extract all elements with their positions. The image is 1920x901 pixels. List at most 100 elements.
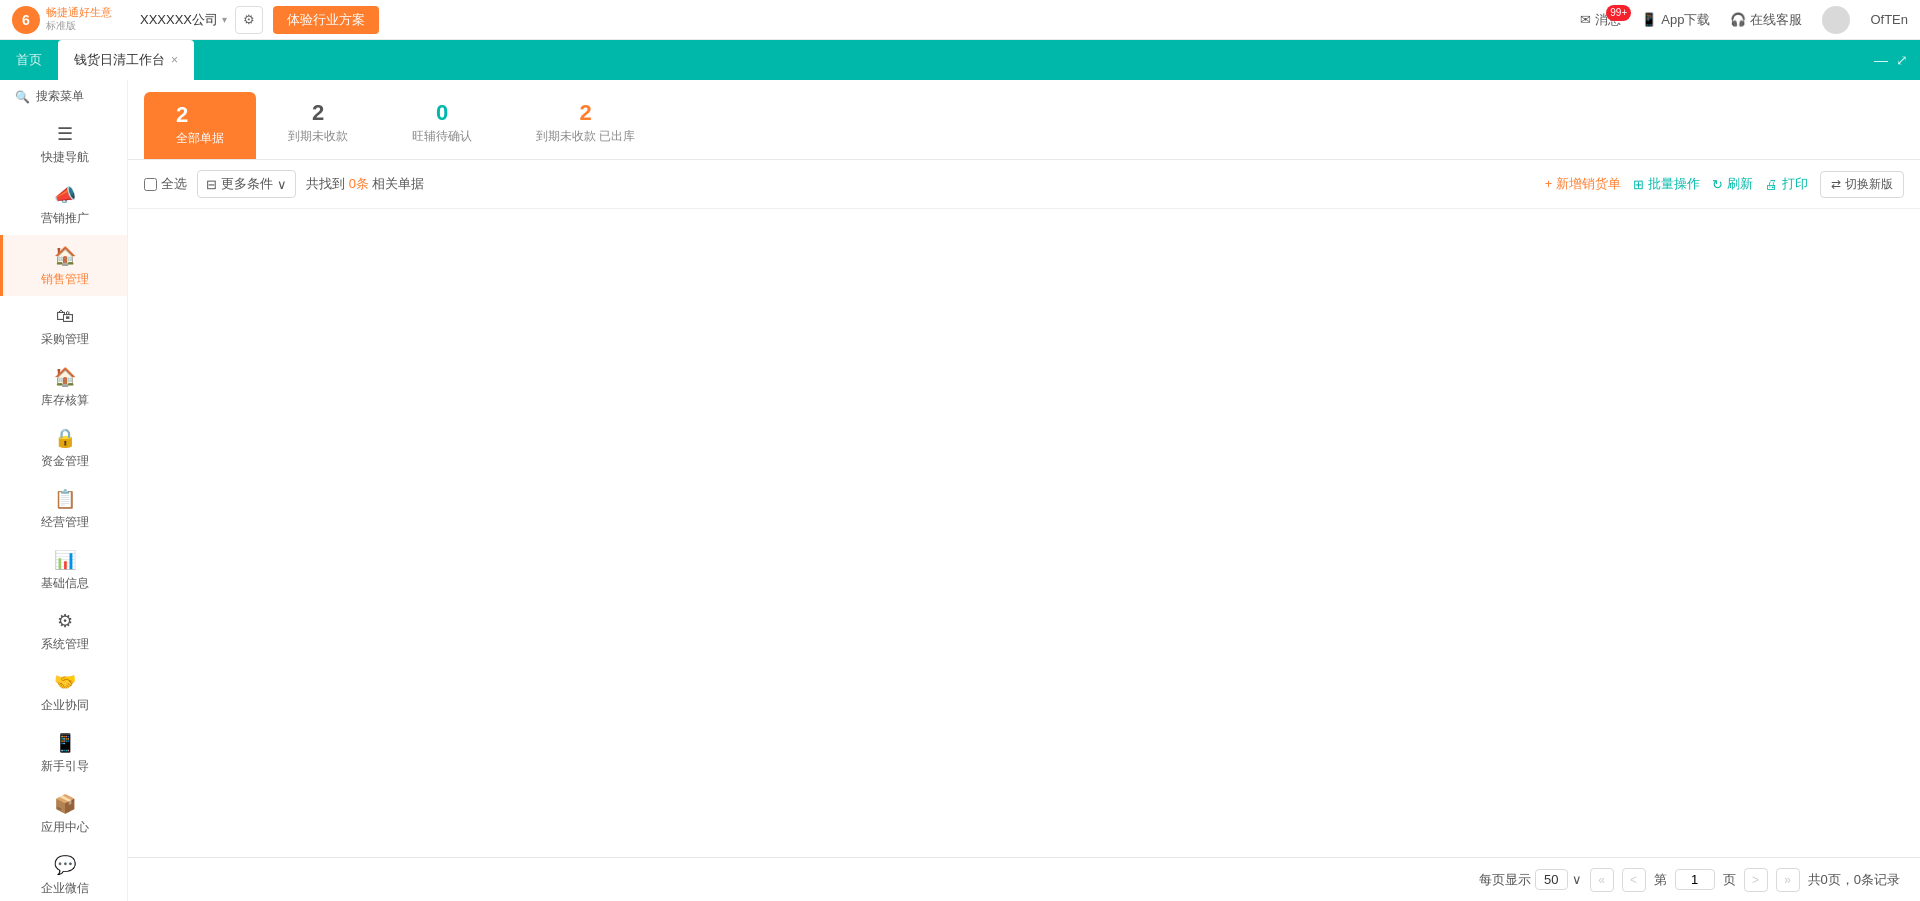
sidebar-item-quick-nav[interactable]: ☰ 快捷导航 bbox=[0, 113, 127, 174]
tab-actions: — ⤢ bbox=[1874, 52, 1920, 68]
stat-tabs: 2 全部单据 2 到期未收款 0 旺辅待确认 2 到期未收款 已出库 bbox=[128, 80, 1920, 160]
filter-btn[interactable]: ⊟ 更多条件 ∨ bbox=[197, 170, 296, 198]
toolbar-right: + 新增销货单 ⊞ 批量操作 ↻ 刷新 🖨 打印 ⇄ 切换新版 bbox=[1545, 171, 1904, 198]
sidebar-system-label: 系统管理 bbox=[41, 636, 89, 653]
stat-tab-shipped[interactable]: 2 到期未收款 已出库 bbox=[504, 92, 667, 160]
pagination-bar: 每页显示 50 ∨ « < 第 页 > » 共0页，0条记录 bbox=[128, 857, 1920, 901]
batch-btn[interactable]: ⊞ 批量操作 bbox=[1633, 175, 1700, 193]
online-service-btn[interactable]: 🎧 在线客服 bbox=[1730, 11, 1802, 29]
sidebar-marketing-label: 营销推广 bbox=[41, 210, 89, 227]
app-download-label: App下载 bbox=[1661, 11, 1710, 29]
sidebar-item-app-center[interactable]: 📦 应用中心 bbox=[0, 783, 127, 844]
logo-icon: 6 bbox=[12, 6, 40, 34]
print-icon: 🖨 bbox=[1765, 177, 1778, 192]
logo-text-block: 畅捷通好生意 标准版 bbox=[46, 6, 112, 33]
messages-btn[interactable]: ✉ 消息 99+ bbox=[1580, 11, 1621, 29]
new-sale-btn[interactable]: + 新增销货单 bbox=[1545, 175, 1621, 193]
industry-btn[interactable]: 体验行业方案 bbox=[273, 6, 379, 34]
batch-icon: ⊞ bbox=[1633, 177, 1644, 192]
wechat-icon: 💬 bbox=[54, 854, 76, 876]
select-all-input[interactable] bbox=[144, 178, 157, 191]
search-icon: 🔍 bbox=[15, 90, 30, 104]
stat-tab-pending[interactable]: 0 旺辅待确认 bbox=[380, 92, 504, 160]
sidebar-item-operations[interactable]: 📋 经营管理 bbox=[0, 478, 127, 539]
total-info: 共0页，0条记录 bbox=[1808, 871, 1900, 889]
stat-tab-all[interactable]: 2 全部单据 bbox=[144, 92, 256, 159]
stat-shipped-number: 2 bbox=[580, 100, 592, 126]
sidebar-inventory-label: 库存核算 bbox=[41, 392, 89, 409]
toolbar-left: 全选 ⊟ 更多条件 ∨ 共找到 0条 相关单据 bbox=[144, 170, 1535, 198]
message-icon: ✉ bbox=[1580, 12, 1591, 27]
sidebar-finance-label: 资金管理 bbox=[41, 453, 89, 470]
company-selector[interactable]: XXXXXX公司 ▾ bbox=[140, 11, 227, 29]
sidebar-search-label: 搜索菜单 bbox=[36, 88, 84, 105]
new-sale-label: + 新增销货单 bbox=[1545, 175, 1621, 193]
minimize-icon[interactable]: — bbox=[1874, 52, 1888, 68]
sidebar-sales-label: 销售管理 bbox=[41, 271, 89, 288]
tab-workbench[interactable]: 钱货日清工作台 × bbox=[58, 40, 194, 80]
enterprise-icon: 🤝 bbox=[54, 671, 76, 693]
tab-workbench-label: 钱货日清工作台 bbox=[74, 51, 165, 69]
avatar-name[interactable]: OfTEn bbox=[1870, 12, 1908, 27]
settings-icon[interactable]: ⚙ bbox=[235, 6, 263, 34]
sidebar-enterprise-label: 企业协同 bbox=[41, 697, 89, 714]
sidebar-item-purchase[interactable]: 🛍 采购管理 bbox=[0, 296, 127, 356]
switch-label: 切换新版 bbox=[1845, 176, 1893, 193]
sidebar-item-wechat[interactable]: 💬 企业微信 bbox=[0, 844, 127, 901]
stat-overdue-label: 到期未收款 bbox=[288, 128, 348, 145]
finance-icon: 🔒 bbox=[54, 427, 76, 449]
sales-icon: 🏠 bbox=[54, 245, 76, 267]
sidebar-item-marketing[interactable]: 📣 营销推广 bbox=[0, 174, 127, 235]
batch-label: 批量操作 bbox=[1648, 175, 1700, 193]
sidebar-item-finance[interactable]: 🔒 资金管理 bbox=[0, 417, 127, 478]
nav-tabs: 首页 钱货日清工作台 × — ⤢ bbox=[0, 40, 1920, 80]
sidebar-item-basic-info[interactable]: 📊 基础信息 bbox=[0, 539, 127, 600]
select-all-label: 全选 bbox=[161, 175, 187, 193]
stat-all-number: 2 bbox=[176, 102, 224, 128]
switch-icon: ⇄ bbox=[1831, 177, 1841, 191]
first-page-btn[interactable]: « bbox=[1590, 868, 1614, 892]
sidebar-search[interactable]: 🔍 搜索菜单 bbox=[0, 80, 127, 113]
table-area bbox=[128, 209, 1920, 709]
page-size-select: 每页显示 50 ∨ bbox=[1479, 869, 1581, 890]
sidebar-item-system[interactable]: ⚙ 系统管理 bbox=[0, 600, 127, 661]
service-icon: 🎧 bbox=[1730, 12, 1746, 27]
refresh-icon: ↻ bbox=[1712, 177, 1723, 192]
sidebar-item-sales[interactable]: 🏠 销售管理 bbox=[0, 235, 127, 296]
select-all-checkbox[interactable]: 全选 bbox=[144, 175, 187, 193]
print-btn[interactable]: 🖨 打印 bbox=[1765, 175, 1808, 193]
sidebar-app-center-label: 应用中心 bbox=[41, 819, 89, 836]
sidebar-item-inventory[interactable]: 🏠 库存核算 bbox=[0, 356, 127, 417]
switch-version-btn[interactable]: ⇄ 切换新版 bbox=[1820, 171, 1904, 198]
found-prefix: 共找到 bbox=[306, 176, 345, 191]
page-size-value[interactable]: 50 bbox=[1535, 869, 1567, 890]
stat-tab-overdue[interactable]: 2 到期未收款 bbox=[256, 92, 380, 160]
page-of-label: 页 bbox=[1723, 871, 1736, 889]
topbar: 6 畅捷通好生意 标准版 XXXXXX公司 ▾ ⚙ 体验行业方案 ✉ 消息 99… bbox=[0, 0, 1920, 40]
found-text: 共找到 0条 相关单据 bbox=[306, 175, 424, 193]
app-download-btn[interactable]: 📱 App下载 bbox=[1641, 11, 1710, 29]
page-input[interactable] bbox=[1675, 869, 1715, 890]
tab-home[interactable]: 首页 bbox=[0, 40, 58, 80]
found-suffix: 相关单据 bbox=[372, 176, 424, 191]
topbar-right: ✉ 消息 99+ 📱 App下载 🎧 在线客服 OfTEn bbox=[1580, 6, 1908, 34]
sidebar-item-guide[interactable]: 📱 新手引导 bbox=[0, 722, 127, 783]
avatar[interactable] bbox=[1822, 6, 1850, 34]
stat-pending-label: 旺辅待确认 bbox=[412, 128, 472, 145]
page-size-chevron-icon[interactable]: ∨ bbox=[1572, 872, 1582, 887]
main-content: 2 全部单据 2 到期未收款 0 旺辅待确认 2 到期未收款 已出库 全选 bbox=[128, 80, 1920, 901]
message-badge: 99+ bbox=[1606, 5, 1631, 21]
system-icon: ⚙ bbox=[57, 610, 73, 632]
basic-info-icon: 📊 bbox=[54, 549, 76, 571]
next-page-btn[interactable]: > bbox=[1744, 868, 1768, 892]
maximize-icon[interactable]: ⤢ bbox=[1896, 52, 1908, 68]
stat-all-label: 全部单据 bbox=[176, 130, 224, 147]
sidebar-item-enterprise[interactable]: 🤝 企业协同 bbox=[0, 661, 127, 722]
refresh-btn[interactable]: ↻ 刷新 bbox=[1712, 175, 1753, 193]
logo-name: 畅捷通好生意 bbox=[46, 6, 112, 19]
sidebar-quick-nav-label: 快捷导航 bbox=[41, 149, 89, 166]
print-label: 打印 bbox=[1782, 175, 1808, 193]
close-icon[interactable]: × bbox=[171, 53, 178, 67]
last-page-btn[interactable]: » bbox=[1776, 868, 1800, 892]
prev-page-btn[interactable]: < bbox=[1622, 868, 1646, 892]
